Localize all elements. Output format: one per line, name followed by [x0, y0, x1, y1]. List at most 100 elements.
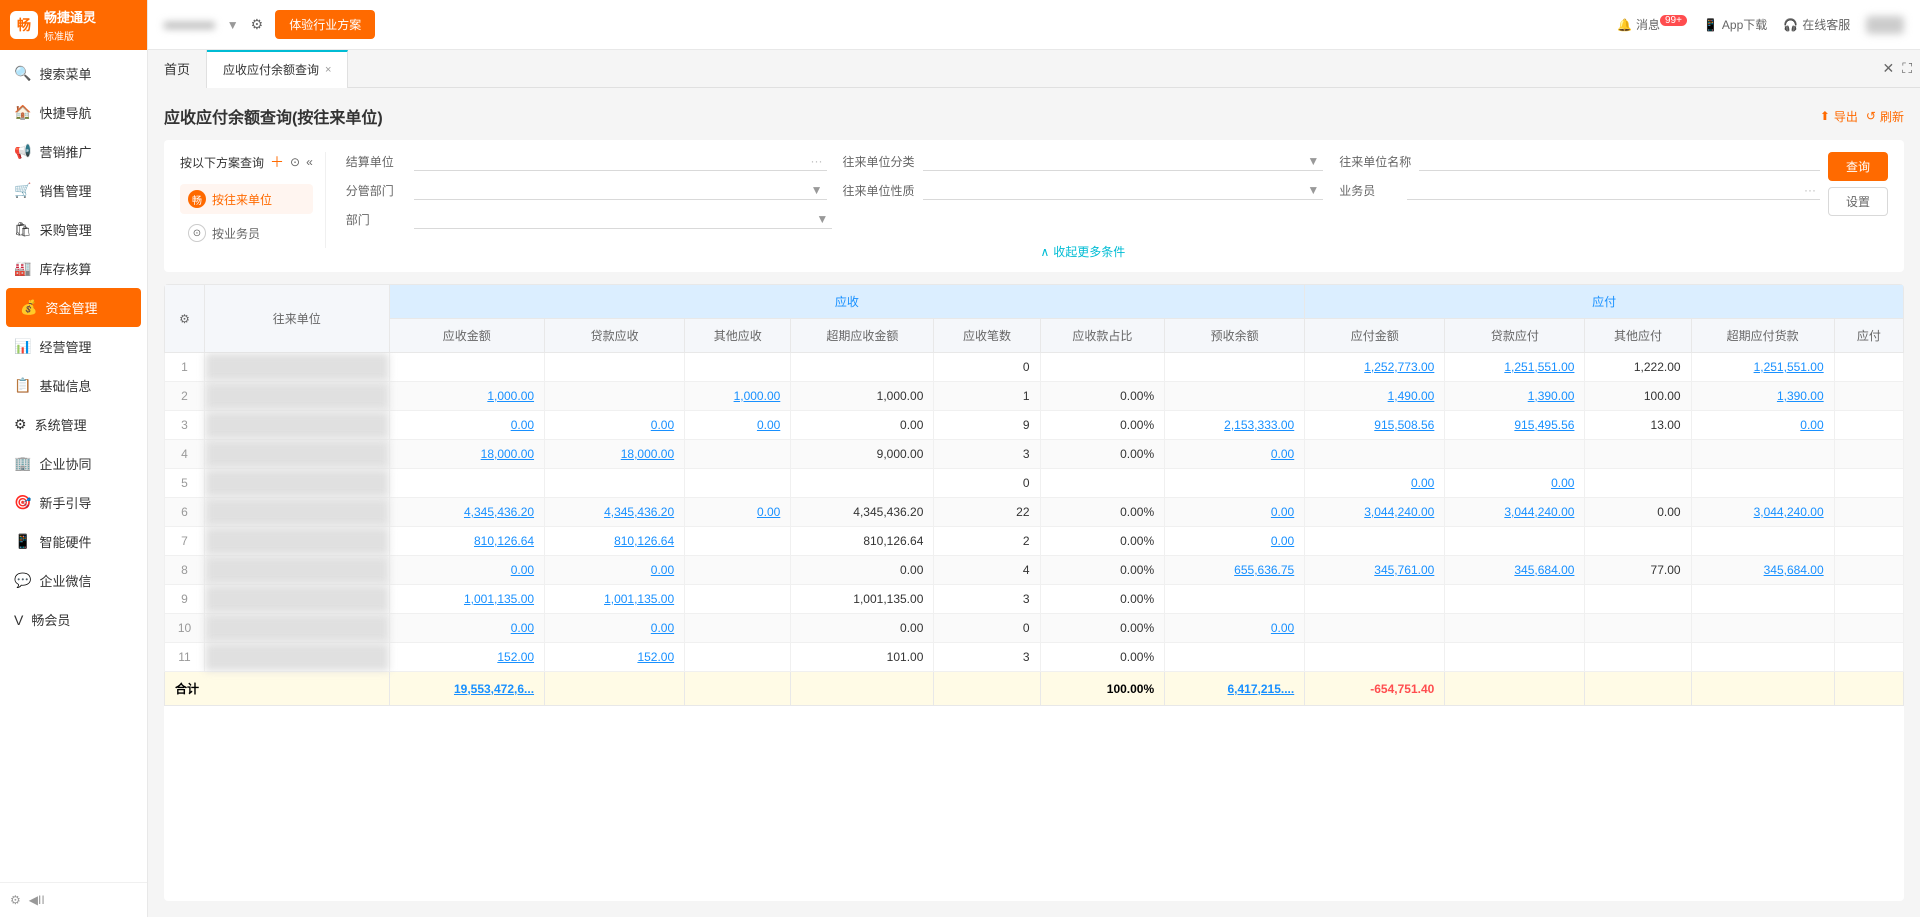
sidebar-item-guide[interactable]: 🎯 新手引导 — [0, 483, 147, 522]
table-cell: 0.00% — [1040, 498, 1165, 527]
table-cell[interactable]: 0.00 — [1165, 498, 1305, 527]
settlement-unit-field[interactable] — [418, 154, 811, 168]
filter-collapse-icon[interactable]: « — [306, 155, 313, 169]
table-cell[interactable]: 1,490.00 — [1305, 382, 1445, 411]
table-cell — [1834, 556, 1903, 585]
table-cell[interactable]: 1,252,773.00 — [1305, 353, 1445, 382]
table-cell[interactable]: 3,044,240.00 — [1305, 498, 1445, 527]
table-cell[interactable]: 2,153,333.00 — [1165, 411, 1305, 440]
table-cell[interactable]: 0.00 — [1691, 411, 1834, 440]
filter-settings-icon[interactable]: ⊙ — [290, 155, 300, 169]
sidebar-item-purchase[interactable]: 🛍 采购管理 — [0, 210, 147, 249]
table-cell[interactable]: 1,390.00 — [1691, 382, 1834, 411]
table-cell[interactable]: 0.00 — [389, 411, 544, 440]
sidebar-item-finance[interactable]: 💰 资金管理 — [6, 288, 141, 327]
sidebar-item-marketing[interactable]: 📢 营销推广 — [0, 132, 147, 171]
table-cell[interactable]: 0.00 — [1445, 469, 1585, 498]
partner-nature-select[interactable]: ▼ — [923, 181, 1324, 200]
query-btn[interactable]: 查询 — [1828, 152, 1888, 181]
table-cell[interactable]: 0.00 — [545, 556, 685, 585]
table-cell[interactable]: 1,000.00 — [389, 382, 544, 411]
table-cell[interactable]: 1,390.00 — [1445, 382, 1585, 411]
table-cell[interactable]: 4,345,436.20 — [545, 498, 685, 527]
table-cell[interactable]: 0.00 — [389, 556, 544, 585]
sidebar-item-quicknav[interactable]: 🏠 快捷导航 — [0, 93, 147, 132]
department-select[interactable]: ▼ — [414, 210, 832, 229]
table-cell[interactable]: 0.00 — [685, 411, 791, 440]
partner-name-field[interactable] — [1423, 154, 1816, 168]
salesperson-input[interactable]: ··· — [1407, 181, 1820, 200]
table-cell[interactable]: 0.00 — [1165, 440, 1305, 469]
sidebar-item-hardware[interactable]: 📱 智能硬件 — [0, 522, 147, 561]
close-window-icon[interactable]: ✕ — [1882, 60, 1894, 77]
table-cell[interactable]: 18,000.00 — [545, 440, 685, 469]
table-cell[interactable]: 0.00 — [1305, 469, 1445, 498]
sidebar-item-wechat[interactable]: 💬 企业微信 — [0, 561, 147, 600]
col-settings-icon[interactable]: ⚙ — [179, 312, 190, 326]
collapse-sidebar-icon[interactable]: ◀II — [29, 893, 45, 907]
table-cell[interactable]: 810,126.64 — [389, 527, 544, 556]
table-cell[interactable]: 0.00 — [1165, 614, 1305, 643]
refresh-btn[interactable]: ↺ 刷新 — [1866, 108, 1904, 125]
settlement-unit-dots[interactable]: ··· — [811, 154, 823, 168]
notifications-btn[interactable]: 🔔 消息 99+ — [1617, 16, 1687, 33]
sidebar-item-basic[interactable]: 📋 基础信息 — [0, 366, 147, 405]
table-cell[interactable]: 152.00 — [389, 643, 544, 672]
query-mode-salesperson[interactable]: ⊙ 按业务员 — [180, 218, 313, 248]
table-cell[interactable]: 1,251,551.00 — [1691, 353, 1834, 382]
table-cell[interactable]: 1,251,551.00 — [1445, 353, 1585, 382]
tab-active[interactable]: 应收应付余额查询 × — [207, 50, 348, 88]
table-cell[interactable]: 3,044,240.00 — [1691, 498, 1834, 527]
table-cell[interactable]: 152.00 — [545, 643, 685, 672]
table-cell[interactable]: 915,495.56 — [1445, 411, 1585, 440]
sidebar-item-search[interactable]: 🔍 搜索菜单 — [0, 54, 147, 93]
table-cell[interactable]: 1,000.00 — [685, 382, 791, 411]
sidebar-item-sales[interactable]: 🛒 销售管理 — [0, 171, 147, 210]
chevron-down-icon[interactable]: ▼ — [227, 18, 239, 32]
table-cell[interactable]: 345,684.00 — [1445, 556, 1585, 585]
table-cell[interactable]: 4,345,436.20 — [389, 498, 544, 527]
sidebar-item-operations[interactable]: 📊 经营管理 — [0, 327, 147, 366]
table-cell[interactable]: 1,001,135.00 — [545, 585, 685, 614]
settlement-unit-input[interactable]: ··· — [414, 152, 827, 171]
table-cell[interactable]: 810,126.64 — [545, 527, 685, 556]
table-cell[interactable]: 0.00 — [545, 411, 685, 440]
online-service-btn[interactable]: 🎧 在线客服 — [1783, 16, 1850, 33]
app-download-btn[interactable]: 📱 App下载 — [1703, 16, 1767, 33]
table-cell[interactable]: 18,000.00 — [389, 440, 544, 469]
table-cell[interactable]: 1,001,135.00 — [389, 585, 544, 614]
sidebar-item-inventory[interactable]: 🏭 库存核算 — [0, 249, 147, 288]
gear-icon[interactable]: ⚙ — [251, 16, 264, 33]
trial-btn[interactable]: 体验行业方案 — [275, 10, 375, 39]
collapse-filter-btn[interactable]: ∧ 收起更多条件 — [346, 243, 1820, 260]
table-cell[interactable]: 0.00 — [389, 614, 544, 643]
table-cell[interactable]: 0.00 — [1165, 527, 1305, 556]
table-cell[interactable]: 0.00 — [545, 614, 685, 643]
tab-close-icon[interactable]: × — [325, 64, 331, 76]
table-container[interactable]: ⚙ 往来单位 应收 应付 应收金额 贷款应收 其他应收 超期应收金额 应收笔数 … — [164, 284, 1904, 901]
salesperson-field[interactable] — [1411, 183, 1804, 197]
add-filter-icon[interactable]: ＋ — [270, 152, 284, 172]
settings-footer-icon[interactable]: ⚙ — [10, 893, 21, 907]
sidebar-item-label: 企业协同 — [39, 454, 91, 473]
table-cell[interactable]: 345,761.00 — [1305, 556, 1445, 585]
tab-home[interactable]: 首页 — [148, 50, 207, 88]
settings-btn[interactable]: 设置 — [1828, 187, 1888, 216]
table-cell[interactable]: 0.00 — [685, 498, 791, 527]
table-cell[interactable]: 345,684.00 — [1691, 556, 1834, 585]
expand-icon[interactable]: ⛶ — [1902, 60, 1912, 77]
table-cell[interactable]: 915,508.56 — [1305, 411, 1445, 440]
partner-category-select[interactable]: ▼ — [923, 152, 1324, 171]
branch-dept-select[interactable]: ▼ — [414, 181, 827, 200]
table-cell: 1 — [934, 382, 1040, 411]
table-cell[interactable]: 3,044,240.00 — [1445, 498, 1585, 527]
sidebar-item-system[interactable]: ⚙ 系统管理 — [0, 405, 147, 444]
export-btn[interactable]: ⬆ 导出 — [1820, 108, 1858, 125]
salesperson-dots[interactable]: ··· — [1804, 183, 1816, 197]
sidebar-item-enterprise[interactable]: 🏢 企业协同 — [0, 444, 147, 483]
sidebar-item-member[interactable]: V 畅会员 — [0, 600, 147, 639]
table-cell[interactable]: 655,636.75 — [1165, 556, 1305, 585]
table-cell: ■■■■■■■■ — [205, 382, 390, 411]
partner-name-input[interactable] — [1419, 152, 1820, 171]
query-mode-partner[interactable]: 畅 按往来单位 — [180, 184, 313, 214]
